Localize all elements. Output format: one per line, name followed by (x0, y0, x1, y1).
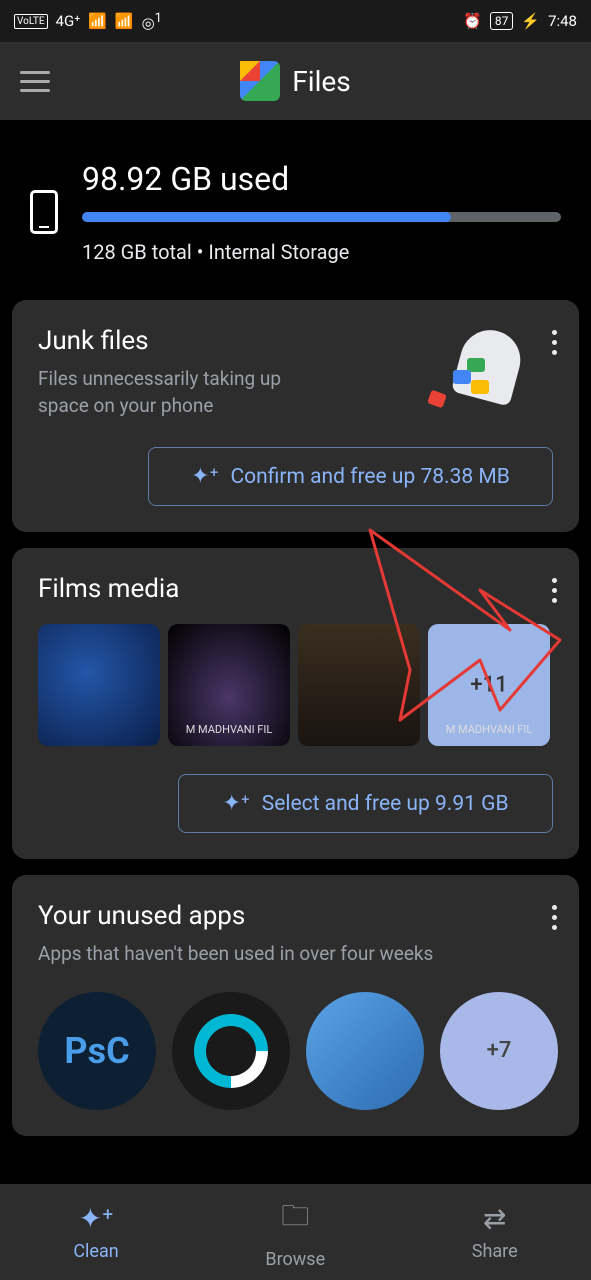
files-logo-icon (240, 61, 280, 101)
app-title: Files (292, 65, 350, 98)
alarm-icon: ⏰ (463, 12, 482, 30)
card-menu-button[interactable] (546, 324, 563, 361)
app-icon[interactable] (172, 992, 290, 1110)
card-menu-button[interactable] (546, 899, 563, 936)
sparkle-icon: ✦⁺ (191, 464, 218, 489)
app-icon[interactable] (306, 992, 424, 1110)
signal-bars-icon: 📶 (88, 12, 107, 30)
confirm-free-up-button[interactable]: ✦⁺ Confirm and free up 78.38 MB (148, 447, 553, 506)
storage-used-text: 98.92 GB used (82, 160, 561, 198)
bottom-nav: ✦⁺ Clean 🗀 Browse ⇄ Share (0, 1184, 591, 1280)
volte-badge: VoLTE (14, 14, 48, 29)
clock-time: 7:48 (548, 12, 577, 30)
status-bar: VoLTE 4G⁺ 📶 📶 ◎1 ⏰ 87 ⚡ 7:48 (0, 0, 591, 42)
media-thumbnail[interactable]: M MADHVANI FIL (168, 624, 290, 746)
battery-icon: 87 (490, 12, 514, 30)
films-card-title: Films media (38, 574, 553, 604)
unused-card-title: Your unused apps (38, 901, 553, 931)
hotspot-icon: ◎1 (142, 11, 162, 32)
storage-total-text: 128 GB total • Internal Storage (82, 240, 561, 264)
unused-apps-card: Your unused apps Apps that haven't been … (12, 875, 579, 1136)
select-free-up-button[interactable]: ✦⁺ Select and free up 9.91 GB (178, 774, 553, 833)
app-icon-more[interactable]: +7 (440, 992, 558, 1110)
nav-clean[interactable]: ✦⁺ Clean (73, 1202, 118, 1262)
sparkle-icon: ✦⁺ (79, 1202, 114, 1235)
charging-icon: ⚡ (521, 12, 540, 30)
storage-summary[interactable]: 98.92 GB used 128 GB total • Internal St… (12, 120, 579, 300)
signal-bars-icon-2: 📶 (115, 12, 134, 30)
media-thumbnail[interactable] (298, 624, 420, 746)
folder-search-icon: 🗀 (281, 1195, 309, 1243)
junk-files-card: Junk files Files unnecessarily taking up… (12, 300, 579, 532)
media-thumbnail-more[interactable]: +11 M MADHVANI FIL (428, 624, 550, 746)
nav-share[interactable]: ⇄ Share (472, 1202, 518, 1262)
app-icon[interactable]: PsC (38, 992, 156, 1110)
films-media-card: Films media M MADHVANI FIL +11 M MADHVAN… (12, 548, 579, 859)
nav-browse[interactable]: 🗀 Browse (265, 1195, 325, 1270)
signal-icon: 4G⁺ (56, 12, 81, 30)
card-menu-button[interactable] (546, 572, 563, 609)
junk-card-subtitle: Files unnecessarily taking up space on y… (38, 366, 328, 419)
share-icon: ⇄ (483, 1202, 506, 1235)
media-thumbnail[interactable] (38, 624, 160, 746)
menu-button[interactable] (20, 71, 50, 92)
app-bar: Files (0, 42, 591, 120)
phone-icon (30, 190, 58, 234)
brush-icon (429, 330, 519, 420)
storage-progress-bar (82, 212, 561, 222)
unused-card-subtitle: Apps that haven't been used in over four… (38, 941, 478, 968)
sparkle-icon: ✦⁺ (222, 791, 249, 816)
